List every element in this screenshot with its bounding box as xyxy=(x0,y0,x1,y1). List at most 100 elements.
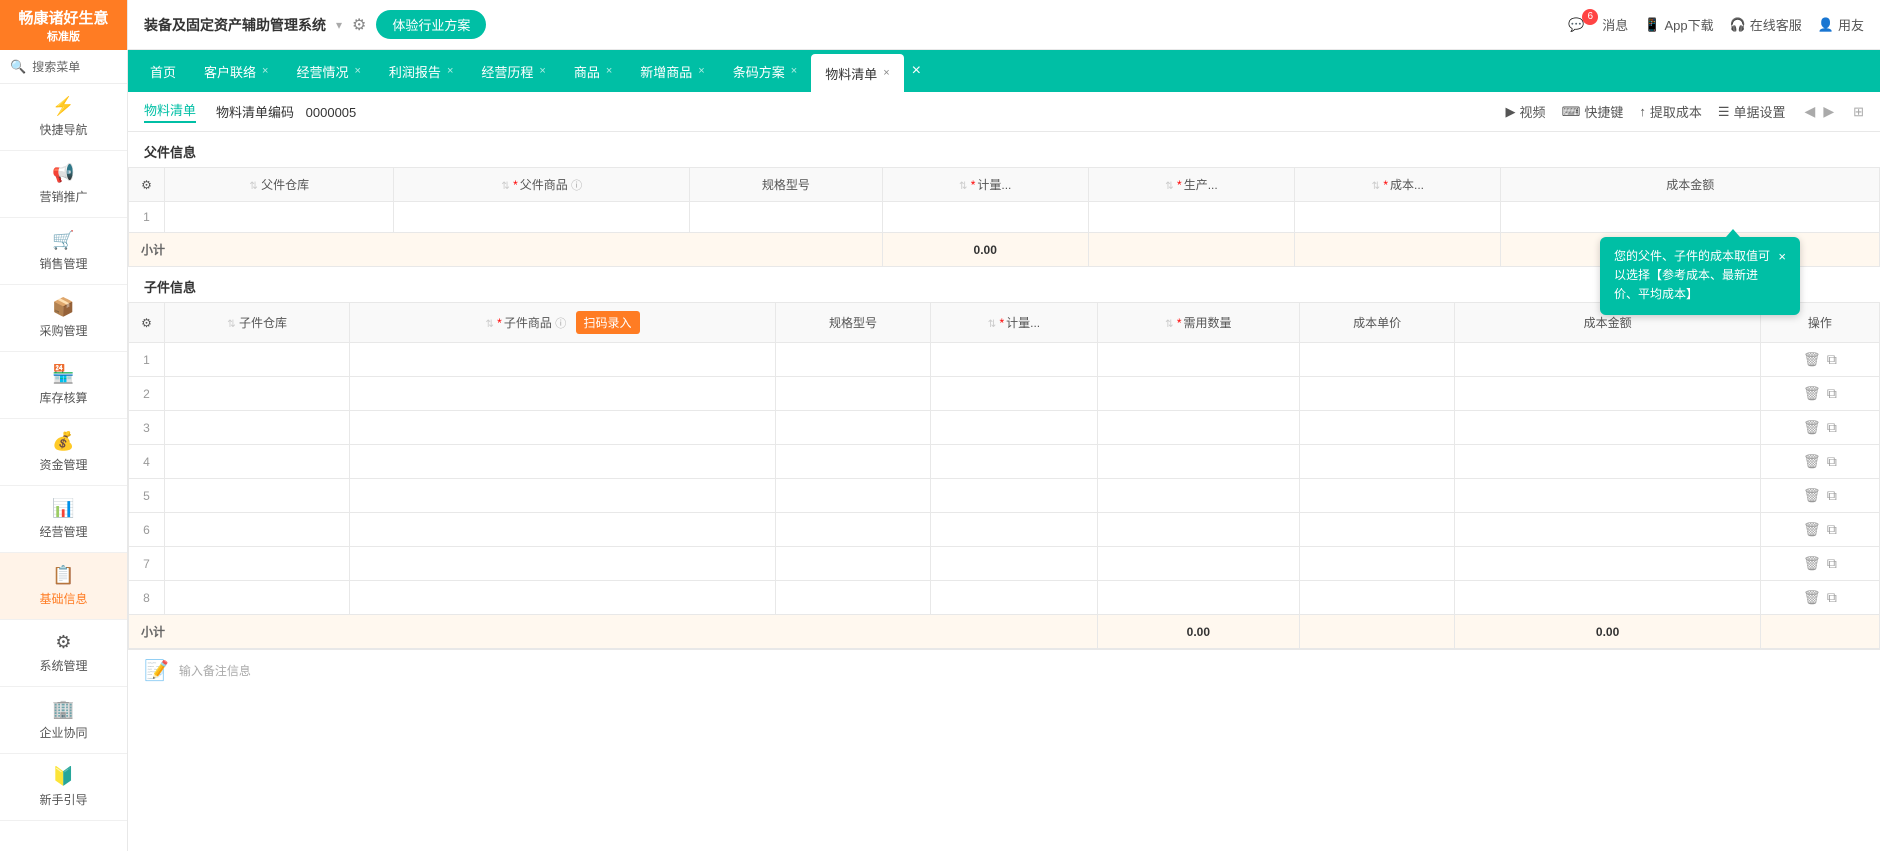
child-warehouse-cell[interactable] xyxy=(165,411,350,445)
sidebar-item-inventory[interactable]: 🏪 库存核算 xyxy=(0,352,127,419)
extract-cost-button[interactable]: ↑ 提取成本 xyxy=(1639,102,1702,121)
tooltip-close-button[interactable]: × xyxy=(1778,247,1786,268)
tab-goods[interactable]: 商品 × xyxy=(560,50,626,92)
child-goods-cell[interactable] xyxy=(350,411,776,445)
tab-barcode-close[interactable]: × xyxy=(791,65,797,77)
delete-icon[interactable]: 🗑 xyxy=(1803,385,1821,402)
tab-bom-close[interactable]: × xyxy=(883,67,889,79)
child-unit-cell[interactable] xyxy=(931,581,1098,615)
child-spec-cell[interactable] xyxy=(775,513,930,547)
child-goods-cell[interactable] xyxy=(350,513,776,547)
sidebar-item-enterprise[interactable]: 🏢 企业协同 xyxy=(0,687,127,754)
child-spec-cell[interactable] xyxy=(775,343,930,377)
message-button[interactable]: 💬 6 消息 xyxy=(1568,15,1628,34)
online-service-button[interactable]: 🎧 在线客服 xyxy=(1730,15,1802,34)
copy-icon[interactable]: ⧉ xyxy=(1827,589,1837,606)
tab-profit[interactable]: 利润报告 × xyxy=(375,50,467,92)
sidebar-item-system[interactable]: ⚙ 系统管理 xyxy=(0,620,127,687)
child-needed-qty-cell[interactable] xyxy=(1097,445,1299,479)
child-warehouse-cell[interactable] xyxy=(165,479,350,513)
child-goods-cell[interactable] xyxy=(350,377,776,411)
sidebar-item-marketing[interactable]: 📢 营销推广 xyxy=(0,151,127,218)
child-unit-cell[interactable] xyxy=(931,445,1098,479)
child-goods-cell[interactable] xyxy=(350,479,776,513)
child-needed-qty-cell[interactable] xyxy=(1097,479,1299,513)
child-col-settings[interactable]: ⚙ xyxy=(129,303,165,343)
tab-ops-history[interactable]: 经营历程 × xyxy=(467,50,559,92)
child-spec-cell[interactable] xyxy=(775,479,930,513)
child-cost-unit-cell[interactable] xyxy=(1299,479,1454,513)
child-cost-unit-cell[interactable] xyxy=(1299,445,1454,479)
sidebar-item-sales[interactable]: 🛒 销售管理 xyxy=(0,218,127,285)
parent-cost-cell[interactable] xyxy=(1295,202,1501,233)
child-unit-cell[interactable] xyxy=(931,411,1098,445)
tab-bom[interactable]: 物料清单 × xyxy=(811,54,903,92)
child-spec-cell[interactable] xyxy=(775,411,930,445)
child-unit-cell[interactable] xyxy=(931,343,1098,377)
parent-goods-cell[interactable] xyxy=(394,202,690,233)
sidebar-item-basic-info[interactable]: 📋 基础信息 xyxy=(0,553,127,620)
child-cost-unit-cell[interactable] xyxy=(1299,547,1454,581)
scan-input-button[interactable]: 扫码录入 xyxy=(576,311,640,334)
settings-gear-icon[interactable]: ⚙ xyxy=(352,15,366,35)
tab-ops-history-close[interactable]: × xyxy=(539,65,545,77)
shortcut-button[interactable]: ⌨ 快捷键 xyxy=(1562,102,1624,121)
sidebar-item-finance[interactable]: 💰 资金管理 xyxy=(0,419,127,486)
sidebar-item-operations[interactable]: 📊 经营管理 xyxy=(0,486,127,553)
delete-icon[interactable]: 🗑 xyxy=(1803,487,1821,504)
copy-icon[interactable]: ⧉ xyxy=(1827,453,1837,470)
parent-spec-cell[interactable] xyxy=(690,202,882,233)
delete-icon[interactable]: 🗑 xyxy=(1803,521,1821,538)
system-dropdown-icon[interactable]: ▾ xyxy=(336,18,342,32)
child-warehouse-cell[interactable] xyxy=(165,513,350,547)
child-goods-cell[interactable] xyxy=(350,445,776,479)
copy-icon[interactable]: ⧉ xyxy=(1827,487,1837,504)
child-needed-qty-cell[interactable] xyxy=(1097,377,1299,411)
copy-icon[interactable]: ⧉ xyxy=(1827,385,1837,402)
tab-customer[interactable]: 客户联络 × xyxy=(190,50,282,92)
delete-icon[interactable]: 🗑 xyxy=(1803,419,1821,436)
child-unit-cell[interactable] xyxy=(931,547,1098,581)
view-video-button[interactable]: ▶ 视频 xyxy=(1506,102,1546,121)
tab-profit-close[interactable]: × xyxy=(447,65,453,77)
child-spec-cell[interactable] xyxy=(775,377,930,411)
child-cost-unit-cell[interactable] xyxy=(1299,411,1454,445)
child-needed-qty-cell[interactable] xyxy=(1097,513,1299,547)
child-warehouse-cell[interactable] xyxy=(165,377,350,411)
app-download-button[interactable]: 📱 App下载 xyxy=(1644,15,1713,34)
tab-home[interactable]: 首页 xyxy=(136,50,190,92)
child-spec-cell[interactable] xyxy=(775,547,930,581)
parent-warehouse-cell[interactable] xyxy=(165,202,394,233)
copy-icon[interactable]: ⧉ xyxy=(1827,521,1837,538)
user-button[interactable]: 👤 用友 xyxy=(1818,15,1864,34)
bottom-hint[interactable]: 输入备注信息 xyxy=(179,662,251,679)
child-warehouse-cell[interactable] xyxy=(165,547,350,581)
tab-new-goods[interactable]: 新增商品 × xyxy=(626,50,718,92)
child-cost-unit-cell[interactable] xyxy=(1299,581,1454,615)
tab-goods-close[interactable]: × xyxy=(606,65,612,77)
child-needed-qty-cell[interactable] xyxy=(1097,343,1299,377)
sidebar-item-purchase[interactable]: 📦 采购管理 xyxy=(0,285,127,352)
tab-new-goods-close[interactable]: × xyxy=(698,65,704,77)
child-unit-cell[interactable] xyxy=(931,479,1098,513)
tab-customer-close[interactable]: × xyxy=(262,65,268,77)
child-needed-qty-cell[interactable] xyxy=(1097,581,1299,615)
child-warehouse-cell[interactable] xyxy=(165,445,350,479)
child-spec-cell[interactable] xyxy=(775,581,930,615)
sidebar-item-guide[interactable]: 🔰 新手引导 xyxy=(0,754,127,821)
search-menu[interactable]: 🔍 搜索菜单 xyxy=(0,50,127,84)
copy-icon[interactable]: ⧉ xyxy=(1827,419,1837,436)
parent-col-settings[interactable]: ⚙ xyxy=(129,168,165,202)
tab-ops-status-close[interactable]: × xyxy=(354,65,360,77)
copy-icon[interactable]: ⧉ xyxy=(1827,351,1837,368)
delete-icon[interactable]: 🗑 xyxy=(1803,351,1821,368)
trial-button[interactable]: 体验行业方案 xyxy=(376,10,486,39)
prev-arrow[interactable]: ◀ xyxy=(1802,103,1819,120)
child-goods-cell[interactable] xyxy=(350,547,776,581)
delete-icon[interactable]: 🗑 xyxy=(1803,453,1821,470)
next-arrow[interactable]: ▶ xyxy=(1820,103,1837,120)
child-warehouse-cell[interactable] xyxy=(165,581,350,615)
child-unit-cell[interactable] xyxy=(931,377,1098,411)
topnav-close-icon[interactable]: × xyxy=(904,62,929,80)
tab-barcode[interactable]: 条码方案 × xyxy=(719,50,811,92)
